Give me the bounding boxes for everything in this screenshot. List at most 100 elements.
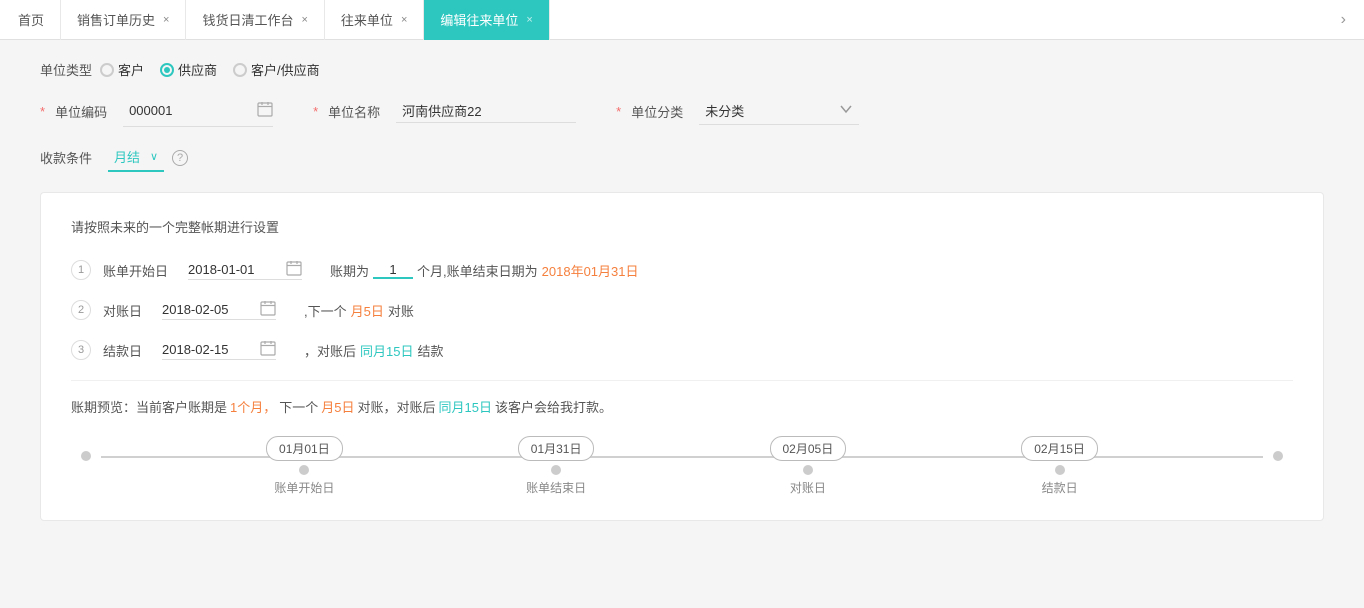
timeline-row-2: 2 对账日 ,下一个月5日对账 <box>71 300 1293 320</box>
unit-name-group: * 单位名称 <box>313 99 576 123</box>
preview-same-month15: 同月15日 <box>439 397 492 416</box>
date-field-1[interactable] <box>188 262 278 277</box>
unit-category-required: * <box>616 104 621 119</box>
radio-supplier-circle <box>160 63 174 77</box>
unit-type-row: 单位类型 客户 供应商 客户/供应商 <box>40 60 1324 79</box>
settings-card: 请按照未来的一个完整帐期进行设置 1 账单开始日 账期为 个月,账单结束日期为 … <box>40 192 1324 521</box>
calendar-icon-3[interactable] <box>260 340 276 359</box>
tab-cash-work-label: 钱货日清工作台 <box>202 10 293 29</box>
fields-row: * 单位编码 * 单位名称 * 单位分类 未分类 <box>40 95 1324 127</box>
tl-point-4: 02月15日 结款日 <box>1021 436 1098 496</box>
tl-dot-4 <box>1055 465 1065 475</box>
unit-code-input[interactable] <box>123 99 253 122</box>
unit-name-required: * <box>313 104 318 119</box>
tl-badge-1: 01月01日 <box>266 436 343 461</box>
tab-more-button[interactable]: › <box>1331 11 1356 29</box>
row-num-3: 3 <box>71 340 91 360</box>
timeline-row-3: 3 结款日 ，对账后同月15日结款 <box>71 340 1293 360</box>
radio-supplier[interactable]: 供应商 <box>160 60 217 79</box>
preview-end: 该客户会给我打款。 <box>495 397 612 416</box>
row-2-description: ,下一个月5日对账 <box>304 301 414 320</box>
tl-point-3: 02月05日 对账日 <box>770 436 847 496</box>
row-num-2: 2 <box>71 300 91 320</box>
row-num-1: 1 <box>71 260 91 280</box>
row-2-desc-part2: 对账 <box>388 301 414 320</box>
preview-section: 账期预览：当前客户账期是 1个月， 下一个 月5日 对账，对账后 同月15日 该… <box>71 380 1293 496</box>
radio-customer[interactable]: 客户 <box>100 60 144 79</box>
calendar-icon-1[interactable] <box>286 260 302 279</box>
tab-home[interactable]: 首页 <box>8 0 61 40</box>
tab-cash-work-close[interactable]: × <box>301 14 307 26</box>
row-2-desc-part1: ,下一个 <box>304 301 347 320</box>
tab-edit-partner-close[interactable]: × <box>526 14 532 26</box>
payment-label: 收款条件 <box>40 148 92 167</box>
unit-code-label: 单位编码 <box>55 102 107 121</box>
tl-badge-3: 02月05日 <box>770 436 847 461</box>
tl-badge-4: 02月15日 <box>1021 436 1098 461</box>
unit-category-chevron-icon <box>839 102 853 119</box>
tl-dot-2 <box>551 465 561 475</box>
card-title: 请按照未来的一个完整帐期进行设置 <box>71 217 1293 236</box>
unit-name-input[interactable] <box>396 99 576 123</box>
tab-cash-work[interactable]: 钱货日清工作台 × <box>186 0 324 40</box>
unit-code-required: * <box>40 104 45 119</box>
row-2-highlight: 月5日 <box>351 301 384 320</box>
payment-select[interactable]: 月结 ∨ <box>108 143 164 172</box>
date-field-2[interactable] <box>162 302 252 317</box>
unit-category-select[interactable]: 未分类 <box>699 97 859 125</box>
tl-label-4: 结款日 <box>1042 479 1078 496</box>
row-3-description: ，对账后同月15日结款 <box>304 341 444 360</box>
radio-customer-supplier[interactable]: 客户/供应商 <box>233 60 320 79</box>
unit-type-label: 单位类型 <box>40 60 92 79</box>
question-mark: ? <box>177 152 183 164</box>
tab-partners-close[interactable]: × <box>401 14 407 26</box>
payment-value: 月结 <box>114 147 140 166</box>
tab-edit-partner[interactable]: 编辑往来单位 × <box>424 0 549 40</box>
tab-sales-order-history[interactable]: 销售订单历史 × <box>61 0 186 40</box>
radio-customer-label: 客户 <box>118 60 144 79</box>
preview-1month: 1个月， <box>230 397 276 416</box>
unit-code-icon[interactable] <box>257 101 273 120</box>
tl-end-dot <box>1273 451 1283 461</box>
unit-category-group: * 单位分类 未分类 <box>616 97 859 125</box>
radio-supplier-label: 供应商 <box>178 60 217 79</box>
timeline-row-1: 1 账单开始日 账期为 个月,账单结束日期为 2018年01月31日 <box>71 260 1293 280</box>
months-input[interactable] <box>373 262 413 279</box>
tab-partners[interactable]: 往来单位 × <box>325 0 424 40</box>
preview-reconcile: 对账，对账后 <box>358 397 436 416</box>
timeline-points: 01月01日 账单开始日 01月31日 账单结束日 02月05日 对账 <box>81 436 1283 496</box>
payment-help-icon[interactable]: ? <box>172 150 188 166</box>
tl-end <box>1273 436 1283 461</box>
unit-type-radio-group: 客户 供应商 客户/供应商 <box>100 60 320 79</box>
payment-chevron-icon: ∨ <box>150 150 158 163</box>
tl-badge-2: 01月31日 <box>518 436 595 461</box>
preview-label: 账期预览：当前客户账期是 <box>71 397 227 416</box>
tl-start-dot <box>81 451 91 461</box>
date-input-3 <box>162 340 276 360</box>
tab-sales-order-history-close[interactable]: × <box>163 14 169 26</box>
row-label-3: 结款日 <box>103 341 142 360</box>
tab-edit-partner-label: 编辑往来单位 <box>440 10 518 29</box>
row-1-desc-prefix: 账期为 <box>330 261 369 280</box>
unit-code-input-wrapper <box>123 95 273 127</box>
tl-dot-1 <box>299 465 309 475</box>
unit-category-label: 单位分类 <box>631 102 683 121</box>
tl-point-1: 01月01日 账单开始日 <box>266 436 343 496</box>
row-label-1: 账单开始日 <box>103 261 168 280</box>
row-1-description: 账期为 个月,账单结束日期为 2018年01月31日 <box>330 261 638 280</box>
timeline-chart-container: 01月01日 账单开始日 01月31日 账单结束日 02月05日 对账 <box>71 436 1293 496</box>
tab-home-label: 首页 <box>18 10 44 29</box>
tl-label-1: 账单开始日 <box>274 479 334 496</box>
payment-row: 收款条件 月结 ∨ ? <box>40 143 1324 172</box>
unit-name-label: 单位名称 <box>328 102 380 121</box>
row-3-highlight: 同月15日 <box>360 341 413 360</box>
tl-label-3: 对账日 <box>790 479 826 496</box>
tab-sales-order-history-label: 销售订单历史 <box>77 10 155 29</box>
date-input-2 <box>162 300 276 320</box>
tl-label-2: 账单结束日 <box>526 479 586 496</box>
tl-start <box>81 436 91 461</box>
calendar-icon-2[interactable] <box>260 300 276 319</box>
date-field-3[interactable] <box>162 342 252 357</box>
row-label-2: 对账日 <box>103 301 142 320</box>
row-1-desc-suffix: 个月,账单结束日期为 <box>417 261 538 280</box>
